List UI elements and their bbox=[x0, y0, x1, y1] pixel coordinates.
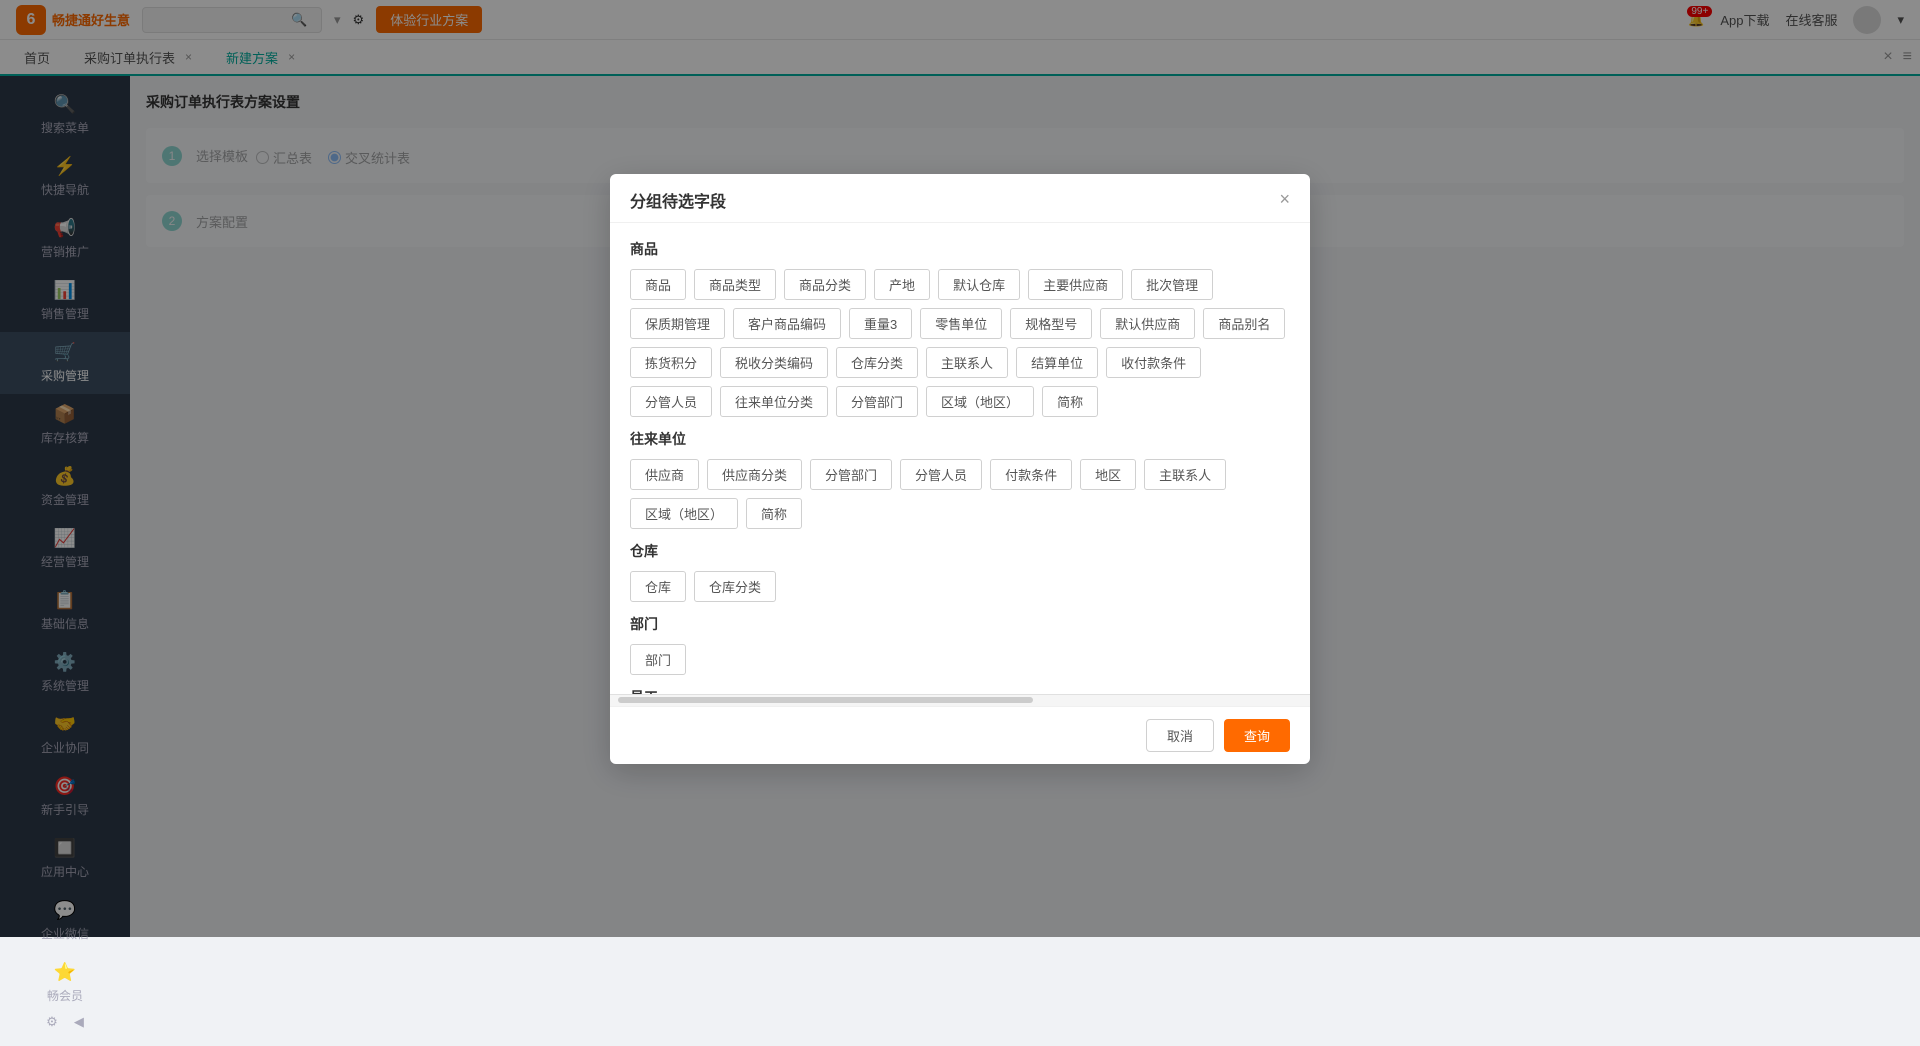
field-tag[interactable]: 简称 bbox=[1042, 386, 1098, 417]
field-tag[interactable]: 拣货积分 bbox=[630, 347, 712, 378]
field-tag[interactable]: 默认仓库 bbox=[938, 269, 1020, 300]
field-tag[interactable]: 区域（地区） bbox=[926, 386, 1034, 417]
field-tag[interactable]: 税收分类编码 bbox=[720, 347, 828, 378]
field-tag[interactable]: 地区 bbox=[1080, 459, 1136, 490]
field-tag[interactable]: 供应商分类 bbox=[707, 459, 802, 490]
modal-hscrollbar[interactable] bbox=[610, 694, 1310, 706]
field-tag[interactable]: 分管人员 bbox=[900, 459, 982, 490]
fields-grid-goods: 商品 商品类型 商品分类 产地 默认仓库 主要供应商 批次管理 保质期管理 客户… bbox=[630, 269, 1290, 417]
hscroll-thumb[interactable] bbox=[618, 697, 1033, 703]
field-tag[interactable]: 部门 bbox=[630, 644, 686, 675]
modal-title: 分组待选字段 bbox=[630, 188, 726, 212]
field-tag[interactable]: 分管部门 bbox=[836, 386, 918, 417]
field-tag[interactable]: 主联系人 bbox=[926, 347, 1008, 378]
fields-grid-department: 部门 bbox=[630, 644, 1290, 675]
field-tag[interactable]: 默认供应商 bbox=[1100, 308, 1195, 339]
field-tag[interactable]: 保质期管理 bbox=[630, 308, 725, 339]
sidebar-item-vip[interactable]: ⭐ 畅会员 bbox=[0, 952, 130, 1014]
sidebar-bottom: ⚙ ◀ bbox=[46, 1014, 84, 1046]
field-tag[interactable]: 商品 bbox=[630, 269, 686, 300]
field-tag[interactable]: 商品类型 bbox=[694, 269, 776, 300]
section-title-employee: 员工 bbox=[630, 687, 1290, 694]
confirm-button[interactable]: 查询 bbox=[1224, 719, 1290, 752]
field-tag[interactable]: 规格型号 bbox=[1010, 308, 1092, 339]
field-tag[interactable]: 重量3 bbox=[849, 308, 912, 339]
field-tag[interactable]: 仓库 bbox=[630, 571, 686, 602]
field-tag[interactable]: 结算单位 bbox=[1016, 347, 1098, 378]
field-tag[interactable]: 主要供应商 bbox=[1028, 269, 1123, 300]
field-tag[interactable]: 商品别名 bbox=[1203, 308, 1285, 339]
section-title-counterpart: 往来单位 bbox=[630, 429, 1290, 449]
sidebar-collapse-icon[interactable]: ◀ bbox=[74, 1014, 84, 1030]
modal-overlay: 分组待选字段 × 商品 商品 商品类型 商品分类 产地 默认仓库 主要供应商 批… bbox=[0, 0, 1920, 937]
field-tag[interactable]: 区域（地区） bbox=[630, 498, 738, 529]
section-title-department: 部门 bbox=[630, 614, 1290, 634]
field-tag[interactable]: 往来单位分类 bbox=[720, 386, 828, 417]
modal-close-button[interactable]: × bbox=[1279, 189, 1290, 210]
field-tag[interactable]: 客户商品编码 bbox=[733, 308, 841, 339]
field-tag[interactable]: 分管人员 bbox=[630, 386, 712, 417]
fields-grid-counterpart: 供应商 供应商分类 分管部门 分管人员 付款条件 地区 主联系人 区域（地区） … bbox=[630, 459, 1290, 529]
field-tag[interactable]: 仓库分类 bbox=[694, 571, 776, 602]
field-tag[interactable]: 收付款条件 bbox=[1106, 347, 1201, 378]
section-title-warehouse: 仓库 bbox=[630, 541, 1290, 561]
cancel-button[interactable]: 取消 bbox=[1146, 719, 1214, 752]
sidebar-item-vip-label: 畅会员 bbox=[47, 987, 83, 1004]
field-tag[interactable]: 供应商 bbox=[630, 459, 699, 490]
modal-body: 商品 商品 商品类型 商品分类 产地 默认仓库 主要供应商 批次管理 保质期管理… bbox=[610, 223, 1310, 694]
field-tag[interactable]: 仓库分类 bbox=[836, 347, 918, 378]
modal-header: 分组待选字段 × bbox=[610, 174, 1310, 223]
section-title-goods: 商品 bbox=[630, 239, 1290, 259]
vip-icon: ⭐ bbox=[54, 962, 76, 983]
field-select-modal: 分组待选字段 × 商品 商品 商品类型 商品分类 产地 默认仓库 主要供应商 批… bbox=[610, 174, 1310, 764]
field-tag[interactable]: 简称 bbox=[746, 498, 802, 529]
field-tag[interactable]: 分管部门 bbox=[810, 459, 892, 490]
sidebar-settings-icon[interactable]: ⚙ bbox=[46, 1014, 58, 1030]
fields-grid-warehouse: 仓库 仓库分类 bbox=[630, 571, 1290, 602]
modal-footer: 取消 查询 bbox=[610, 706, 1310, 764]
field-tag[interactable]: 批次管理 bbox=[1131, 269, 1213, 300]
field-tag[interactable]: 产地 bbox=[874, 269, 930, 300]
field-tag[interactable]: 付款条件 bbox=[990, 459, 1072, 490]
field-tag[interactable]: 商品分类 bbox=[784, 269, 866, 300]
field-tag[interactable]: 主联系人 bbox=[1144, 459, 1226, 490]
field-tag[interactable]: 零售单位 bbox=[920, 308, 1002, 339]
